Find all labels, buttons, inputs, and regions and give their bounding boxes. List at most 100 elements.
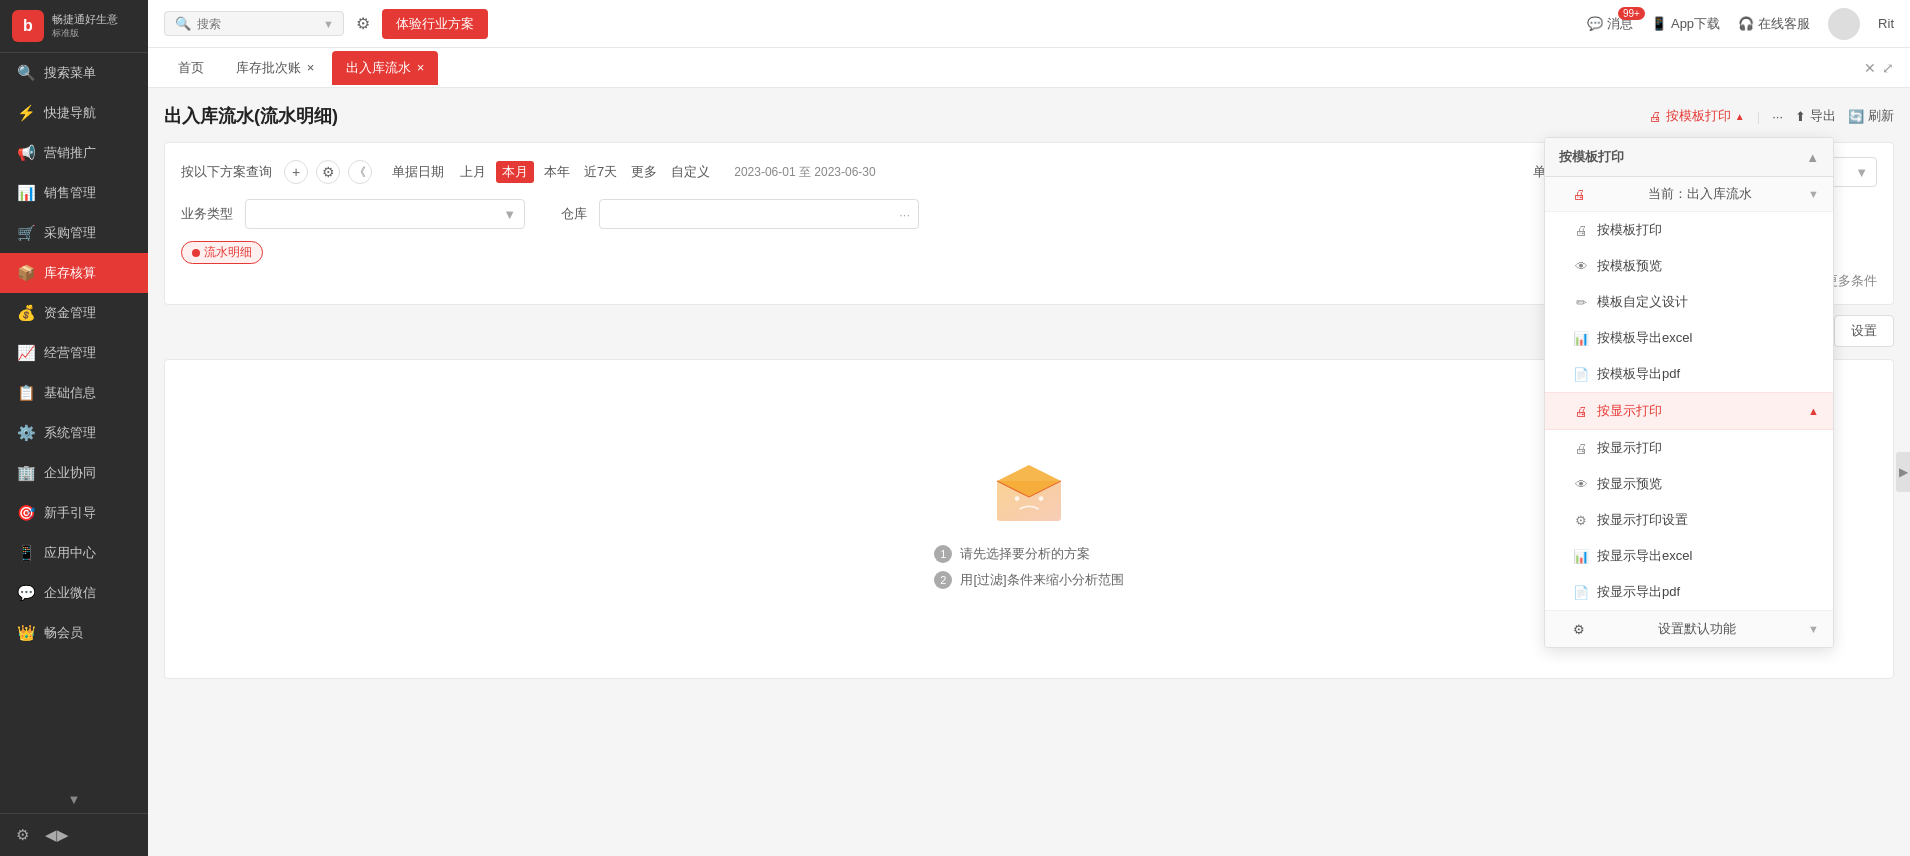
trial-button[interactable]: 体验行业方案 [382, 9, 488, 39]
dropdown-chevron-up-icon[interactable]: ▲ [1806, 150, 1819, 165]
step-2-num: 2 [934, 571, 952, 589]
tab-home[interactable]: 首页 [164, 51, 218, 85]
design-icon: ✏ [1573, 294, 1589, 310]
sidebar-logo: b 畅捷通好生意 标准版 [0, 0, 148, 53]
svg-point-5 [1039, 496, 1044, 501]
wechat-icon: 💬 [16, 584, 36, 602]
date-tab-last-month[interactable]: 上月 [456, 161, 490, 183]
app-version: 标准版 [52, 27, 118, 40]
logo-icon: b [12, 10, 44, 42]
svg-point-4 [1015, 496, 1020, 501]
dropdown-item-template-pdf[interactable]: 📄 按模板导出pdf [1545, 356, 1833, 392]
customer-service-btn[interactable]: 🎧 在线客服 [1738, 15, 1810, 33]
sidebar-item-wechat[interactable]: 💬 企业微信 [0, 573, 148, 613]
dropdown-display-section-header: 🖨 按显示打印 ▲ [1545, 392, 1833, 430]
sidebar-item-shortcut[interactable]: ⚡ 快捷导航 [0, 93, 148, 133]
sidebar-item-search[interactable]: 🔍 搜索菜单 [0, 53, 148, 93]
sidebar-item-operations[interactable]: 📈 经营管理 [0, 333, 148, 373]
sidebar-bottom: ⚙ ◀▶ [0, 813, 148, 856]
business-type-select[interactable]: ▼ [245, 199, 525, 229]
dropdown-item-template-excel[interactable]: 📊 按模板导出excel [1545, 320, 1833, 356]
tab-flow-close[interactable]: × [417, 60, 425, 75]
doc-type-select-arrow: ▼ [1855, 165, 1868, 180]
pdf-icon: 📄 [1573, 584, 1589, 600]
sidebar-item-inventory[interactable]: 📦 库存核算 [0, 253, 148, 293]
settings-gear-icon[interactable]: ⚙ [356, 14, 370, 33]
sidebar-scroll-down[interactable]: ▼ [0, 786, 148, 813]
window-close-btn[interactable]: ✕ [1864, 60, 1876, 76]
dropdown-item-template-custom[interactable]: ✏ 模板自定义设计 [1545, 284, 1833, 320]
sidebar-item-label: 系统管理 [44, 424, 96, 442]
sidebar-item-label: 基础信息 [44, 384, 96, 402]
add-filter-btn[interactable]: + [284, 160, 308, 184]
search-dropdown-icon[interactable]: ▼ [323, 18, 334, 30]
sidebar-item-guide[interactable]: 🎯 新手引导 [0, 493, 148, 533]
sidebar-item-app-center[interactable]: 📱 应用中心 [0, 533, 148, 573]
sidebar-item-basic[interactable]: 📋 基础信息 [0, 373, 148, 413]
finance-icon: 💰 [16, 304, 36, 322]
window-maximize-btn[interactable]: ⤢ [1882, 60, 1894, 76]
warehouse-select[interactable]: ··· [599, 199, 919, 229]
filter-settings-btn[interactable]: ⚙ [316, 160, 340, 184]
print-icon: 🖨 [1649, 109, 1662, 124]
date-tab-this-year[interactable]: 本年 [540, 161, 574, 183]
date-tab-this-month[interactable]: 本月 [496, 161, 534, 183]
header-search-box[interactable]: 🔍 ▼ [164, 11, 344, 36]
dropdown-item-display-print[interactable]: 🖨 按显示打印 [1545, 430, 1833, 466]
date-tab-more[interactable]: 更多 [627, 161, 661, 183]
sidebar-item-label: 新手引导 [44, 504, 96, 522]
sidebar-item-label: 企业协同 [44, 464, 96, 482]
right-collapse-handle[interactable]: ▶ [1896, 452, 1910, 492]
dropdown-item-display-excel[interactable]: 📊 按显示导出excel [1545, 538, 1833, 574]
dropdown-item-template-preview[interactable]: 👁 按模板预览 [1545, 248, 1833, 284]
app-name: 畅捷通好生意 [52, 12, 118, 26]
purchase-icon: 🛒 [16, 224, 36, 242]
dropdown-item-template-print[interactable]: 🖨 按模板打印 [1545, 212, 1833, 248]
filter-collapse-btn[interactable]: 《 [348, 160, 372, 184]
dropdown-current-arrow: ▼ [1808, 188, 1819, 200]
dropdown-footer-settings[interactable]: ⚙ 设置默认功能 ▼ [1545, 610, 1833, 647]
print-icon: 🖨 [1573, 440, 1589, 456]
notification-btn[interactable]: 💬 消息 99+ [1587, 15, 1633, 33]
dropdown-header: 按模板打印 ▲ [1545, 138, 1833, 177]
app-download-btn[interactable]: 📱 App下载 [1651, 15, 1720, 33]
dropdown-current-item[interactable]: 🖨 当前：出入库流水 ▼ [1545, 177, 1833, 212]
header-right: 💬 消息 99+ 📱 App下载 🎧 在线客服 Rit [1587, 8, 1894, 40]
sidebar-item-system[interactable]: ⚙️ 系统管理 [0, 413, 148, 453]
date-tab-7days[interactable]: 近7天 [580, 161, 621, 183]
export-btn[interactable]: ⬆ 导出 [1795, 107, 1836, 125]
collapse-sidebar-icon[interactable]: ◀▶ [45, 826, 69, 844]
dropdown-item-label: 按模板导出pdf [1597, 365, 1680, 383]
step-1-text: 请先选择要分析的方案 [960, 545, 1090, 563]
sidebar-item-enterprise[interactable]: 🏢 企业协同 [0, 453, 148, 493]
sidebar-item-marketing[interactable]: 📢 营销推广 [0, 133, 148, 173]
dropdown-item-display-preview[interactable]: 👁 按显示预览 [1545, 466, 1833, 502]
dropdown-item-display-pdf[interactable]: 📄 按显示导出pdf [1545, 574, 1833, 610]
setting-button[interactable]: 设置 [1834, 315, 1894, 347]
more-actions-btn[interactable]: ··· [1772, 109, 1783, 124]
tab-batch-account-close[interactable]: × [307, 60, 315, 75]
sidebar-item-purchase[interactable]: 🛒 采购管理 [0, 213, 148, 253]
sidebar-item-sales[interactable]: 📊 销售管理 [0, 173, 148, 213]
dropdown-item-label: 按模板打印 [1597, 221, 1662, 239]
sidebar-item-label: 快捷导航 [44, 104, 96, 122]
refresh-btn[interactable]: 🔄 刷新 [1848, 107, 1894, 125]
business-type-label: 业务类型 [181, 205, 233, 223]
filter-scheme-label: 按以下方案查询 [181, 163, 272, 181]
sidebar-item-member[interactable]: 👑 畅会员 [0, 613, 148, 653]
search-input[interactable] [197, 17, 317, 31]
empty-steps: 1 请先选择要分析的方案 2 用[过滤]条件来缩小分析范围 [934, 545, 1123, 589]
tab-batch-account[interactable]: 库存批次账 × [222, 51, 328, 85]
sub-filter-label: 流水明细 [204, 244, 252, 261]
dropdown-item-label: 按显示导出excel [1597, 547, 1692, 565]
main-content: 🔍 ▼ ⚙ 体验行业方案 💬 消息 99+ 📱 App下载 🎧 在线客服 Rit [148, 0, 1910, 856]
app-download-label: App下载 [1671, 15, 1720, 33]
date-tab-custom[interactable]: 自定义 [667, 161, 714, 183]
sidebar-item-finance[interactable]: 💰 资金管理 [0, 293, 148, 333]
dropdown-item-display-settings[interactable]: ⚙ 按显示打印设置 [1545, 502, 1833, 538]
settings-icon[interactable]: ⚙ [16, 826, 29, 844]
sub-filter-tag[interactable]: 流水明细 [181, 241, 263, 264]
tab-flow[interactable]: 出入库流水 × [332, 51, 438, 85]
user-avatar[interactable] [1828, 8, 1860, 40]
print-dropdown-btn[interactable]: 🖨 按模板打印 ▲ [1649, 107, 1745, 125]
